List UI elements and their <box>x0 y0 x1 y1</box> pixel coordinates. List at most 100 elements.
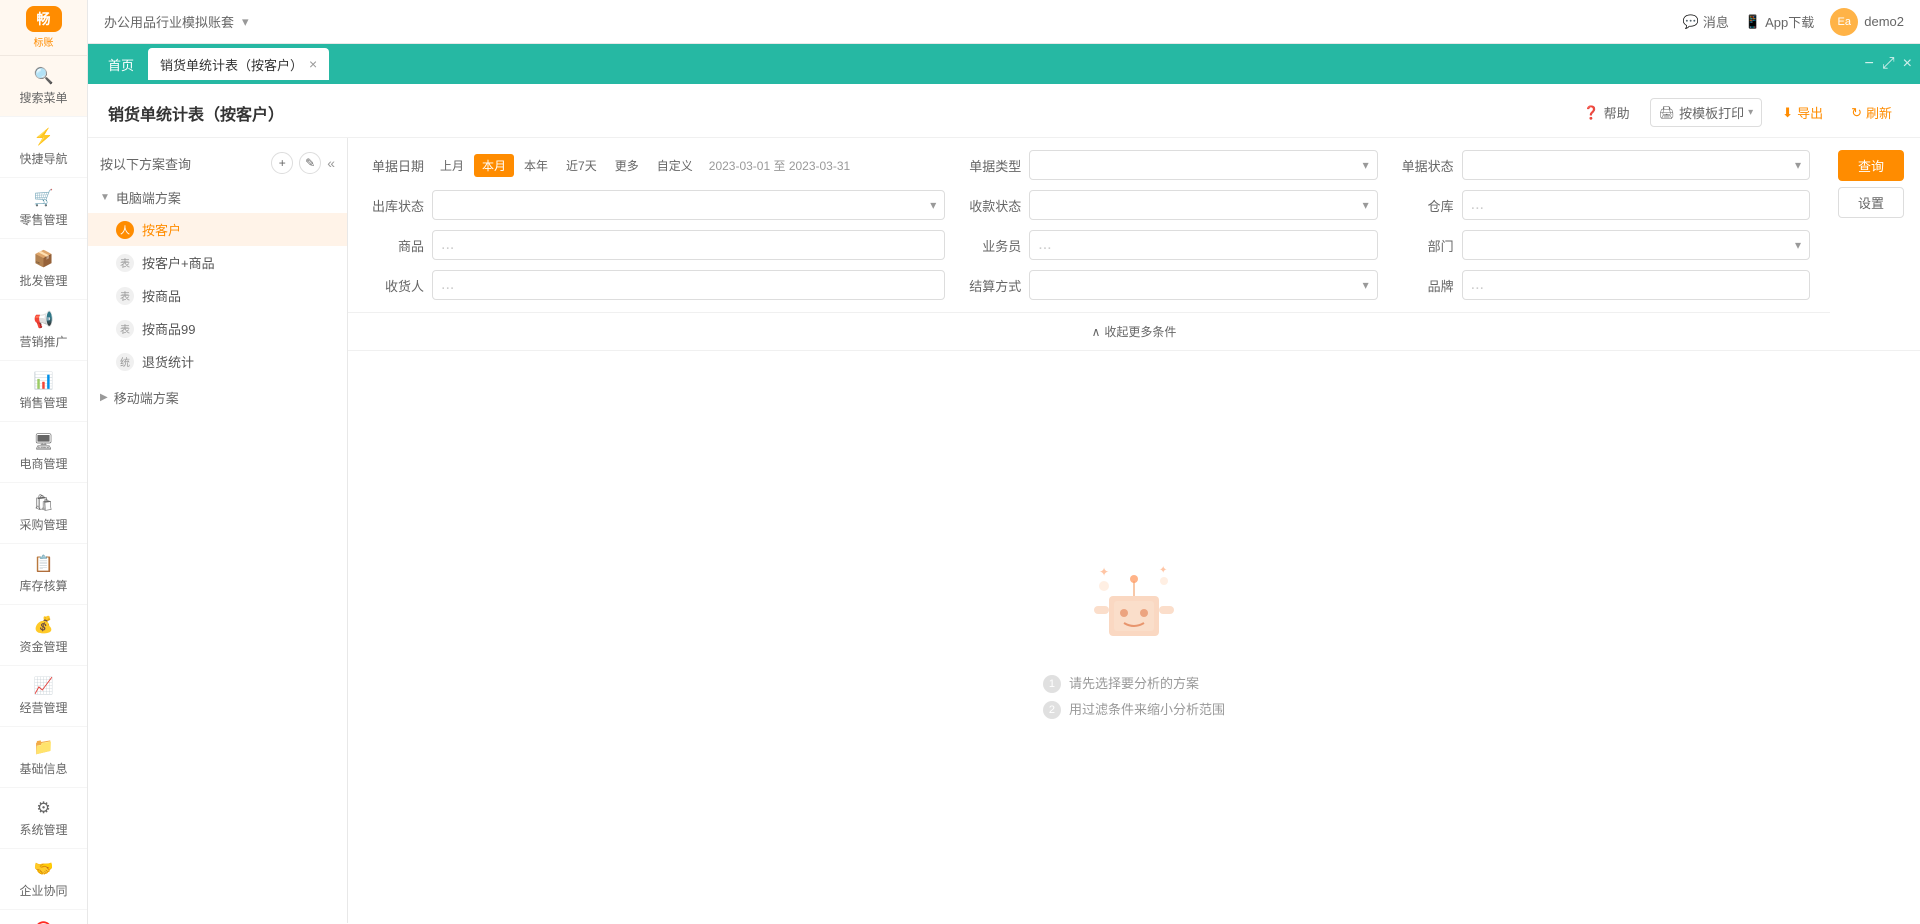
scheme-item-by-goods[interactable]: 表 按商品 <box>88 279 347 312</box>
settlement-input[interactable]: ▾ <box>1029 270 1377 300</box>
salesperson-dots: ... <box>1038 236 1051 254</box>
tab-close-button[interactable]: × <box>309 56 317 72</box>
filter-form: 单据日期 上月 本月 本年 近7天 更多 自定义 <box>348 138 1830 313</box>
export-button[interactable]: ⬇ 导出 <box>1774 99 1831 126</box>
template-print-button[interactable]: 🖨 按模板打印 ▾ <box>1650 98 1763 127</box>
sidebar-item-marketing[interactable]: 📢 营销推广 <box>0 300 87 361</box>
add-icon: + <box>279 156 286 170</box>
retail-icon: 🛒 <box>34 188 54 208</box>
app-download-button[interactable]: 📱 App下载 <box>1745 12 1814 31</box>
scheme-item-return-stats[interactable]: 统 退货统计 <box>88 345 347 378</box>
warehouse-input[interactable]: ... <box>1462 190 1810 220</box>
consignee-label: 收货人 <box>368 276 432 295</box>
help-button[interactable]: ❓ 帮助 <box>1575 99 1637 126</box>
scheme-item-label: 按客户 <box>142 220 181 239</box>
svg-text:✦: ✦ <box>1099 565 1109 579</box>
print-icon: 🖨 <box>1659 105 1676 121</box>
scheme-group-desktop-header[interactable]: ▼ 电脑端方案 <box>88 182 347 213</box>
window-maximize-button[interactable]: ⤢ <box>1882 55 1895 73</box>
goods-input[interactable]: ... <box>432 230 945 260</box>
salesperson-input[interactable]: ... <box>1029 230 1377 260</box>
triangle-down-icon: ▼ <box>100 192 110 203</box>
tip-item-1: 1 请先选择要分析的方案 <box>1043 671 1225 697</box>
brand-dots: ... <box>1471 276 1484 294</box>
filter-field-brand: 品牌 ... <box>1398 270 1810 300</box>
scheme-item-by-goods99[interactable]: 表 按商品99 <box>88 312 347 345</box>
sidebar-item-inventory[interactable]: 📋 库存核算 <box>0 544 87 605</box>
sidebar-item-basics[interactable]: 📁 基础信息 <box>0 727 87 788</box>
search-icon: 🔍 <box>34 66 54 86</box>
sidebar-item-label: 基础信息 <box>19 760 67 777</box>
sidebar-item-label: 批发管理 <box>19 272 67 289</box>
scheme-item-label: 按商品 <box>142 286 181 305</box>
sidebar-item-retail[interactable]: 🛒 零售管理 <box>0 178 87 239</box>
sidebar-item-newbie[interactable]: 🎯 新手引导 <box>0 910 87 924</box>
user-name: demo2 <box>1864 14 1904 29</box>
page-actions: ❓ 帮助 🖨 按模板打印 ▾ ⬇ 导出 ↻ 刷新 <box>1575 98 1900 127</box>
settings-button[interactable]: 设置 <box>1838 187 1904 218</box>
date-tab-this-month[interactable]: 本月 <box>474 154 514 177</box>
ecommerce-icon: 🖥 <box>33 432 53 452</box>
department-chevron-icon: ▾ <box>1795 238 1801 252</box>
tab-sales-stats[interactable]: 销货单统计表（按客户） × <box>148 48 329 80</box>
sidebar-logo: 畅 标账 <box>0 0 87 56</box>
header-right: 💬 消息 📱 App下载 Ea demo2 <box>1683 8 1904 36</box>
date-tab-custom[interactable]: 自定义 <box>649 154 701 177</box>
tip-num-2: 2 <box>1043 701 1061 719</box>
sales-icon: 📊 <box>34 371 54 391</box>
page-title: 销货单统计表（按客户） <box>108 101 284 125</box>
sidebar-item-search[interactable]: 🔍 搜索菜单 <box>0 56 87 117</box>
tab-home[interactable]: 首页 <box>96 48 146 80</box>
date-tab-more[interactable]: 更多 <box>607 154 647 177</box>
payment-status-chevron-icon: ▾ <box>1363 198 1369 212</box>
scheme-item-by-customer[interactable]: 人 按客户 <box>88 213 347 246</box>
dropdown-icon[interactable]: ▾ <box>242 14 249 30</box>
customer-scheme-icon: 人 <box>116 221 134 239</box>
help-label: 帮助 <box>1604 103 1630 122</box>
scheme-item-customer-goods[interactable]: 表 按客户+商品 <box>88 246 347 279</box>
scheme-collapse-button[interactable]: « <box>327 155 335 171</box>
date-tab-last-month[interactable]: 上月 <box>432 154 472 177</box>
scheme-group-mobile-header[interactable]: ▶ 移动端方案 <box>88 382 347 413</box>
sidebar-item-quicknav[interactable]: ⚡ 快捷导航 <box>0 117 87 178</box>
sidebar-item-system[interactable]: ⚙ 系统管理 <box>0 788 87 849</box>
window-close-button[interactable]: × <box>1903 55 1912 73</box>
brand-input[interactable]: ... <box>1462 270 1810 300</box>
refresh-button[interactable]: ↻ 刷新 <box>1843 99 1900 126</box>
query-buttons: 查询 设置 <box>1830 138 1920 313</box>
user-menu-button[interactable]: Ea demo2 <box>1830 8 1904 36</box>
department-input[interactable]: ▾ <box>1462 230 1810 260</box>
svg-text:✦: ✦ <box>1159 565 1167 576</box>
filter-field-order-status: 单据状态 ▾ <box>1398 150 1810 180</box>
order-type-input[interactable]: ▾ <box>1029 150 1377 180</box>
filter-field-settlement: 结算方式 ▾ <box>965 270 1377 300</box>
scheme-add-button[interactable]: + <box>271 152 293 174</box>
sidebar-item-purchase[interactable]: 🛍 采购管理 <box>0 483 87 544</box>
order-status-input[interactable]: ▾ <box>1462 150 1810 180</box>
header-left: 办公用品行业模拟账套 ▾ <box>104 12 249 31</box>
scheme-edit-button[interactable]: ✎ <box>299 152 321 174</box>
window-minimize-button[interactable]: − <box>1865 55 1874 73</box>
sidebar-item-wholesale[interactable]: 📦 批发管理 <box>0 239 87 300</box>
sidebar-item-collab[interactable]: 🤝 企业协同 <box>0 849 87 910</box>
right-area: 单据日期 上月 本月 本年 近7天 更多 自定义 <box>348 138 1920 923</box>
sidebar-item-ecommerce[interactable]: 🖥 电商管理 <box>0 422 87 483</box>
collapse-more-button[interactable]: ∧ 收起更多条件 <box>1080 319 1189 344</box>
department-label: 部门 <box>1398 236 1462 255</box>
sidebar-item-label: 库存核算 <box>19 577 67 594</box>
message-button[interactable]: 💬 消息 <box>1683 12 1729 31</box>
consignee-input[interactable]: ... <box>432 270 945 300</box>
date-tab-this-year[interactable]: 本年 <box>516 154 556 177</box>
payment-status-label: 收款状态 <box>965 196 1029 215</box>
payment-status-input[interactable]: ▾ <box>1029 190 1377 220</box>
filter-field-consignee: 收货人 ... <box>368 270 945 300</box>
date-tab-last7days[interactable]: 近7天 <box>558 154 605 177</box>
sidebar-item-management[interactable]: 📈 经营管理 <box>0 666 87 727</box>
sidebar-item-finance[interactable]: 💰 资金管理 <box>0 605 87 666</box>
out-status-input[interactable]: ▾ <box>432 190 945 220</box>
query-button[interactable]: 查询 <box>1838 150 1904 181</box>
warehouse-dots: ... <box>1471 196 1484 214</box>
sidebar-item-label: 搜索菜单 <box>19 89 67 106</box>
scheme-item-label: 按商品99 <box>142 319 195 338</box>
sidebar-item-sales[interactable]: 📊 销售管理 <box>0 361 87 422</box>
